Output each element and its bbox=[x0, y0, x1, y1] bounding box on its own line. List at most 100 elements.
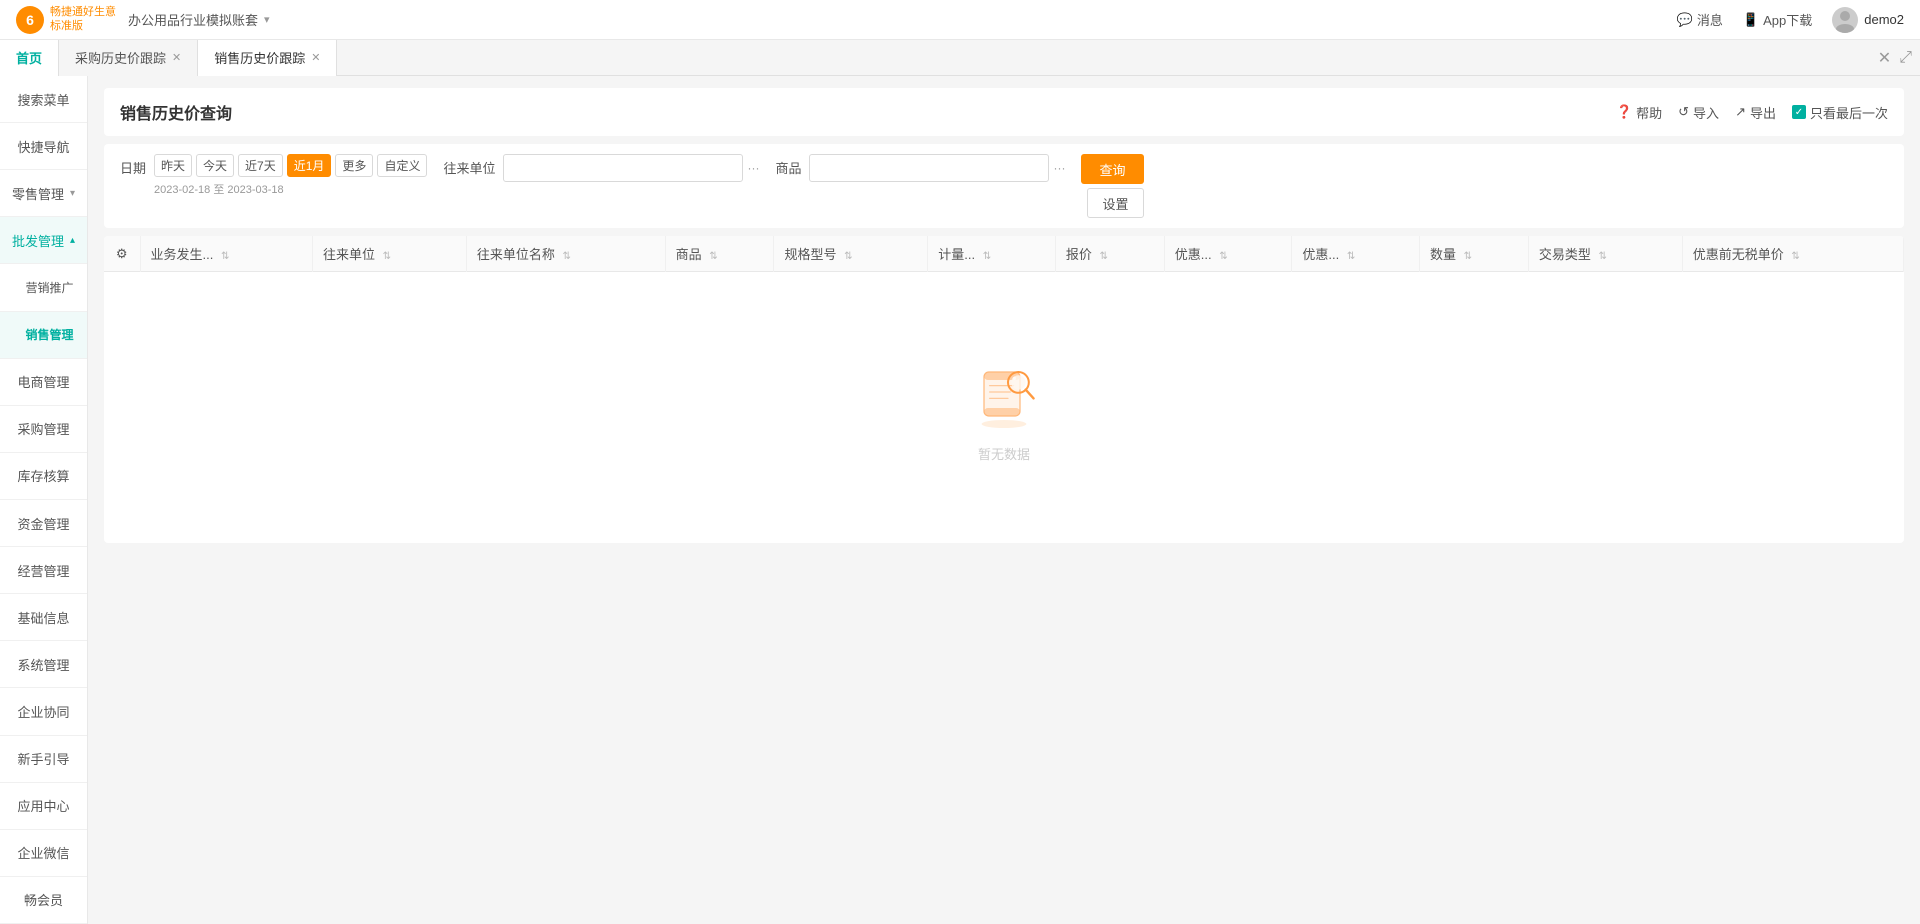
col-partner-code-label: 往来单位 bbox=[323, 247, 375, 262]
tab-expand-icon[interactable]: ⤢ bbox=[1899, 49, 1912, 67]
sidebar-item-retail-mgmt[interactable]: 零售管理 ▾ bbox=[0, 170, 87, 217]
col-discount1-sort-icon: ⇅ bbox=[1219, 251, 1227, 262]
sidebar-item-quick-nav[interactable]: 快捷导航 bbox=[0, 123, 87, 170]
col-unit-label: 计量... bbox=[938, 247, 975, 262]
page-header: 销售历史价查询 ❓ 帮助 ↺ 导入 ↗ 导出 ✓ bbox=[104, 88, 1904, 136]
main-layout: 搜索菜单 快捷导航 零售管理 ▾ 批发管理 ▴ 营销推广 销售管理 电商管理 采… bbox=[0, 76, 1920, 924]
partner-input[interactable] bbox=[503, 154, 743, 182]
message-button[interactable]: 💬 消息 bbox=[1677, 10, 1723, 29]
col-partner-name-label: 往来单位名称 bbox=[477, 247, 555, 262]
sidebar-item-app-center[interactable]: 应用中心 bbox=[0, 783, 87, 830]
sidebar-item-search-menu[interactable]: 搜索菜单 bbox=[0, 76, 87, 123]
tab-close-all-icon[interactable]: ✕ bbox=[1878, 48, 1891, 68]
sidebar-item-system-mgmt[interactable]: 系统管理 bbox=[0, 641, 87, 688]
setting-button[interactable]: 设置 bbox=[1087, 188, 1143, 218]
col-pretax-price-label: 优惠前无税单价 bbox=[1693, 247, 1784, 262]
settings-icon[interactable]: ⚙ bbox=[116, 246, 128, 261]
date-btn-custom[interactable]: 自定义 bbox=[377, 154, 427, 177]
empty-illustration bbox=[964, 352, 1044, 432]
col-product-label: 商品 bbox=[676, 247, 702, 262]
app-title: 办公用品行业模拟账套 bbox=[128, 10, 258, 29]
export-button[interactable]: ↗ 导出 bbox=[1735, 103, 1776, 122]
col-quoted-price[interactable]: 报价 ⇅ bbox=[1055, 236, 1164, 272]
col-pretax-price[interactable]: 优惠前无税单价 ⇅ bbox=[1682, 236, 1903, 272]
col-spec[interactable]: 规格型号 ⇅ bbox=[774, 236, 928, 272]
sidebar-item-new-guide[interactable]: 新手引导 bbox=[0, 736, 87, 783]
tab-bar-actions: ✕ ⤢ bbox=[1878, 48, 1920, 68]
col-discount1[interactable]: 优惠... ⇅ bbox=[1164, 236, 1292, 272]
col-unit-sort-icon: ⇅ bbox=[983, 251, 991, 262]
date-range-display: 2023-02-18 至 2023-03-18 bbox=[154, 181, 427, 197]
retail-mgmt-arrow-icon: ▾ bbox=[70, 188, 75, 199]
partner-lookup-icon[interactable]: ··· bbox=[747, 161, 759, 175]
tab-purchase-history[interactable]: 采购历史价跟踪 ✕ bbox=[59, 40, 198, 76]
date-btn-7days[interactable]: 近7天 bbox=[238, 154, 283, 177]
col-product-sort-icon: ⇅ bbox=[709, 251, 717, 262]
sidebar-item-enterprise-collab[interactable]: 企业协同 bbox=[0, 688, 87, 735]
product-input[interactable] bbox=[809, 154, 1049, 182]
sidebar-item-wholesale-mgmt[interactable]: 批发管理 ▴ bbox=[0, 217, 87, 264]
sidebar-item-fund-mgmt[interactable]: 资金管理 bbox=[0, 500, 87, 547]
date-btn-1month[interactable]: 近1月 bbox=[287, 154, 332, 177]
sidebar-item-ecommerce-mgmt[interactable]: 电商管理 bbox=[0, 359, 87, 406]
message-icon: 💬 bbox=[1677, 12, 1693, 28]
col-settings[interactable]: ⚙ bbox=[104, 236, 140, 272]
col-unit[interactable]: 计量... ⇅ bbox=[928, 236, 1056, 272]
logo-text: 畅捷通好生意 标准版 bbox=[50, 6, 116, 32]
tab-sales-history[interactable]: 销售历史价跟踪 ✕ bbox=[198, 40, 337, 76]
col-biz-date-sort-icon: ⇅ bbox=[221, 251, 229, 262]
sidebar-item-purchase-mgmt[interactable]: 采购管理 bbox=[0, 406, 87, 453]
app-title-area[interactable]: 办公用品行业模拟账套 ▾ bbox=[128, 10, 270, 29]
import-button[interactable]: ↺ 导入 bbox=[1678, 103, 1719, 122]
sidebar-item-operations-mgmt[interactable]: 经营管理 bbox=[0, 547, 87, 594]
col-trade-type-label: 交易类型 bbox=[1539, 247, 1591, 262]
col-quoted-price-label: 报价 bbox=[1066, 247, 1092, 262]
col-partner-name-sort-icon: ⇅ bbox=[562, 251, 570, 262]
export-icon: ↗ bbox=[1735, 104, 1746, 120]
import-icon: ↺ bbox=[1678, 104, 1689, 120]
only-latest-checkbox[interactable]: ✓ 只看最后一次 bbox=[1792, 103, 1888, 122]
date-btn-more[interactable]: 更多 bbox=[335, 154, 373, 177]
col-discount2-sort-icon: ⇅ bbox=[1347, 251, 1355, 262]
col-discount2[interactable]: 优惠... ⇅ bbox=[1292, 236, 1420, 272]
top-header: 6 畅捷通好生意 标准版 办公用品行业模拟账套 ▾ 💬 消息 📱 App下载 d… bbox=[0, 0, 1920, 40]
date-btn-yesterday[interactable]: 昨天 bbox=[154, 154, 192, 177]
app-download-button[interactable]: 📱 App下载 bbox=[1743, 10, 1812, 29]
logo-area: 6 畅捷通好生意 标准版 bbox=[16, 6, 116, 34]
partner-filter-label: 往来单位 bbox=[443, 154, 495, 177]
empty-state: 暂无数据 bbox=[104, 272, 1904, 543]
filter-action-buttons: 查询 设置 bbox=[1081, 154, 1143, 218]
col-quantity-label: 数量 bbox=[1430, 247, 1456, 262]
page-actions: ❓ 帮助 ↺ 导入 ↗ 导出 ✓ 只看最后一次 bbox=[1616, 103, 1888, 122]
product-lookup-icon[interactable]: ··· bbox=[1053, 161, 1065, 175]
date-btn-today[interactable]: 今天 bbox=[196, 154, 234, 177]
col-trade-type[interactable]: 交易类型 ⇅ bbox=[1528, 236, 1682, 272]
sidebar-item-member[interactable]: 畅会员 bbox=[0, 877, 87, 924]
page-title: 销售历史价查询 bbox=[120, 100, 232, 124]
help-button[interactable]: ❓ 帮助 bbox=[1616, 103, 1662, 122]
col-partner-code[interactable]: 往来单位 ⇅ bbox=[313, 236, 467, 272]
filter-bar: 日期 昨天 今天 近7天 近1月 更多 自定义 2023-02-18 至 202… bbox=[104, 144, 1904, 228]
data-table: ⚙ 业务发生... ⇅ 往来单位 ⇅ 往来单位名称 bbox=[104, 236, 1904, 272]
col-quantity[interactable]: 数量 ⇅ bbox=[1420, 236, 1529, 272]
product-filter-group: 商品 ··· bbox=[775, 154, 1065, 182]
search-button[interactable]: 查询 bbox=[1081, 154, 1143, 184]
col-partner-name[interactable]: 往来单位名称 ⇅ bbox=[466, 236, 665, 272]
sidebar-item-marketing-promo[interactable]: 营销推广 bbox=[0, 264, 87, 311]
sidebar-item-enterprise-wechat[interactable]: 企业微信 bbox=[0, 830, 87, 877]
user-area[interactable]: demo2 bbox=[1832, 7, 1904, 33]
partner-filter-group: 往来单位 ··· bbox=[443, 154, 759, 182]
col-biz-date[interactable]: 业务发生... ⇅ bbox=[140, 236, 313, 272]
sidebar-item-basic-info[interactable]: 基础信息 bbox=[0, 594, 87, 641]
tab-purchase-history-close-icon[interactable]: ✕ bbox=[172, 51, 181, 64]
header-right: 💬 消息 📱 App下载 demo2 bbox=[1677, 7, 1904, 33]
app-title-dropdown-icon[interactable]: ▾ bbox=[264, 13, 270, 26]
sidebar-item-sales-mgmt[interactable]: 销售管理 bbox=[0, 312, 87, 359]
tab-home[interactable]: 首页 bbox=[0, 40, 59, 76]
tab-purchase-history-label: 采购历史价跟踪 bbox=[75, 48, 166, 67]
date-options: 昨天 今天 近7天 近1月 更多 自定义 2023-02-18 至 2023-0… bbox=[154, 154, 427, 197]
col-product[interactable]: 商品 ⇅ bbox=[665, 236, 774, 272]
tab-sales-history-close-icon[interactable]: ✕ bbox=[311, 51, 320, 64]
wholesale-mgmt-arrow-icon: ▴ bbox=[70, 235, 75, 246]
sidebar-item-inventory-check[interactable]: 库存核算 bbox=[0, 453, 87, 500]
